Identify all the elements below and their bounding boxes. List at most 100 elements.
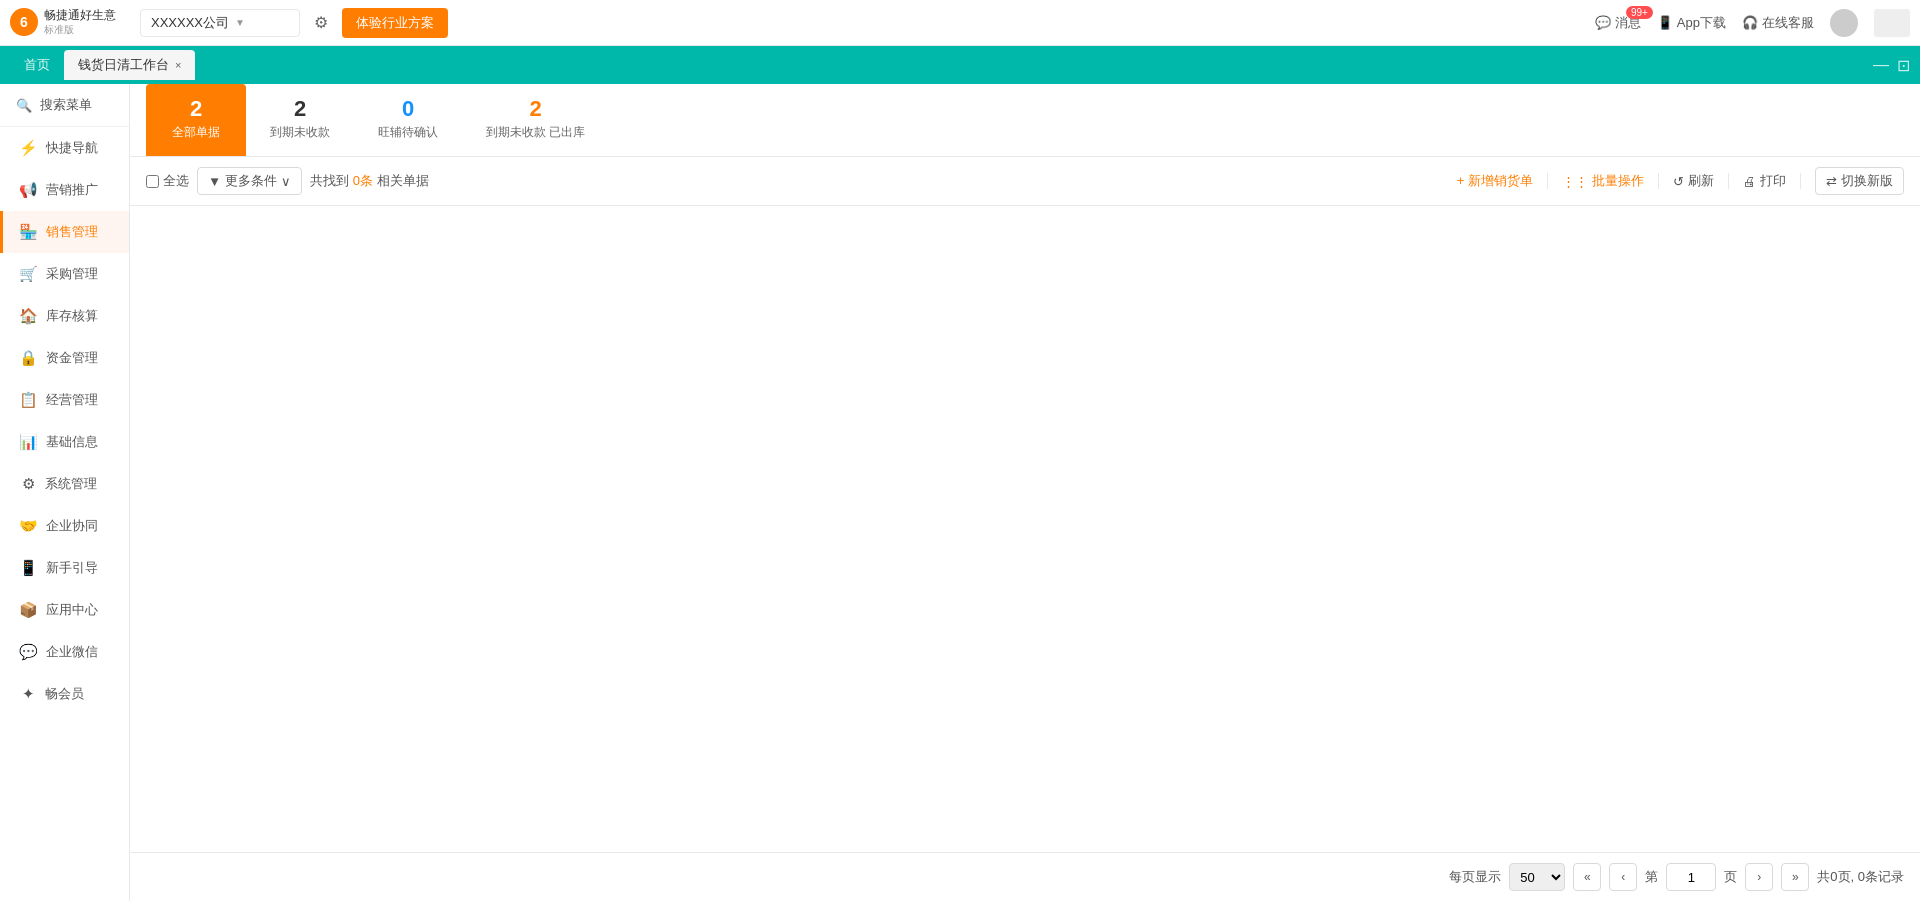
prev-page-btn[interactable]: ‹: [1609, 863, 1637, 891]
logo-sub: 标准版: [44, 23, 116, 37]
user-menu[interactable]: [1874, 9, 1910, 37]
first-page-icon: «: [1584, 870, 1591, 884]
divider-1: [1547, 173, 1548, 189]
divider-3: [1728, 173, 1729, 189]
trial-button[interactable]: 体验行业方案: [342, 8, 448, 38]
prev-page-icon: ‹: [1621, 870, 1625, 884]
sidebar-item-capital[interactable]: 🔒 资金管理: [0, 337, 129, 379]
sidebar-item-label: 库存核算: [46, 307, 98, 325]
tab-minimize-icon[interactable]: —: [1873, 56, 1889, 75]
app-icon: 📱: [1657, 15, 1673, 30]
sidebar-search[interactable]: 🔍 搜索菜单: [0, 84, 129, 127]
sidebar-item-sales[interactable]: 🏪 销售管理: [0, 211, 129, 253]
per-page-label: 每页显示: [1449, 868, 1501, 886]
sidebar-item-label: 销售管理: [46, 223, 98, 241]
tab-overdue-out[interactable]: 2 到期未收款 已出库: [462, 84, 609, 156]
sidebar-item-appcenter[interactable]: 📦 应用中心: [0, 589, 129, 631]
sidebar-item-quick-nav[interactable]: ⚡ 快捷导航: [0, 127, 129, 169]
tab-pending[interactable]: 0 旺辅待确认: [354, 84, 462, 156]
filter-label: 更多条件: [225, 172, 277, 190]
messages-badge: 99+: [1626, 6, 1653, 19]
tab-label: 钱货日清工作台: [78, 56, 169, 74]
logo-text: 畅捷通好生意: [44, 8, 116, 22]
add-button[interactable]: + 新增销货单: [1457, 172, 1533, 190]
first-page-btn[interactable]: «: [1573, 863, 1601, 891]
operations-icon: 📋: [19, 391, 38, 409]
avatar[interactable]: [1830, 9, 1858, 37]
summary-tabs: 2 全部单据 2 到期未收款 0 旺辅待确认 2 到期未收款 已出库: [130, 84, 1920, 157]
sidebar-item-inventory[interactable]: 🏠 库存核算: [0, 295, 129, 337]
sidebar-item-label: 采购管理: [46, 265, 98, 283]
pagination: 每页显示 50 100 200 « ‹ 第 页 ›: [130, 852, 1920, 901]
tab-overdue-num: 2: [294, 96, 306, 122]
sidebar-item-purchase[interactable]: 🛒 采购管理: [0, 253, 129, 295]
divider-4: [1800, 173, 1801, 189]
tab-all-num: 2: [190, 96, 202, 122]
last-page-btn[interactable]: »: [1781, 863, 1809, 891]
sidebar-item-member[interactable]: ✦ 畅会员: [0, 673, 129, 715]
tab-close-icon[interactable]: ×: [175, 59, 181, 71]
select-all-checkbox[interactable]: 全选: [146, 172, 189, 190]
tab-pending-num: 0: [402, 96, 414, 122]
enterprise-icon: 🤝: [19, 517, 38, 535]
sidebar-item-label: 营销推广: [46, 181, 98, 199]
page-size-select[interactable]: 50 100 200: [1509, 863, 1565, 891]
messages-button[interactable]: 💬 消息 99+: [1595, 14, 1641, 32]
refresh-button[interactable]: ↺ 刷新: [1673, 172, 1714, 190]
filter-button[interactable]: ▼ 更多条件 ∨: [197, 167, 302, 195]
logo-text-block: 畅捷通好生意 标准版: [44, 8, 116, 36]
sidebar-item-label: 资金管理: [46, 349, 98, 367]
batch-button[interactable]: ⋮⋮ 批量操作: [1562, 172, 1644, 190]
content-wrapper: 2 全部单据 2 到期未收款 0 旺辅待确认 2 到期未收款 已出库: [130, 84, 1920, 901]
batch-icon: ⋮⋮: [1562, 174, 1588, 189]
sidebar-item-basic[interactable]: 📊 基础信息: [0, 421, 129, 463]
sidebar-item-beginner[interactable]: 📱 新手引导: [0, 547, 129, 589]
tab-home[interactable]: 首页: [10, 50, 64, 80]
print-button[interactable]: 🖨 打印: [1743, 172, 1786, 190]
toolbar-left: 全选 ▼ 更多条件 ∨ 共找到 0条 相关单据: [146, 167, 1449, 195]
header-right: 💬 消息 99+ 📱 App下载 🎧 在线客服: [1595, 9, 1910, 37]
sidebar-item-marketing[interactable]: 📢 营销推广: [0, 169, 129, 211]
logo-icon: 6: [10, 8, 38, 36]
tab-overdue-unpaid[interactable]: 2 到期未收款: [246, 84, 354, 156]
sidebar-item-operations[interactable]: 📋 经营管理: [0, 379, 129, 421]
tab-restore-icon[interactable]: ⊡: [1897, 56, 1910, 75]
chevron-down-icon: ▼: [235, 17, 245, 28]
online-service-button[interactable]: 🎧 在线客服: [1742, 14, 1814, 32]
tab-qianhuoricheng[interactable]: 钱货日清工作台 ×: [64, 50, 195, 80]
sales-icon: 🏪: [19, 223, 38, 241]
tab-all-label: 全部单据: [172, 124, 220, 141]
total-text: 共0页, 0条记录: [1817, 868, 1904, 886]
last-page-icon: »: [1792, 870, 1799, 884]
sidebar-item-label: 快捷导航: [46, 139, 98, 157]
found-text: 共找到 0条 相关单据: [310, 172, 428, 190]
refresh-icon: ↺: [1673, 174, 1684, 189]
switch-button[interactable]: ⇄ 切换新版: [1815, 167, 1904, 195]
tab-all[interactable]: 2 全部单据: [146, 84, 246, 156]
toolbar-right: + 新增销货单 ⋮⋮ 批量操作 ↺ 刷新 🖨 打印: [1457, 167, 1904, 195]
content-area: 2 全部单据 2 到期未收款 0 旺辅待确认 2 到期未收款 已出库: [130, 84, 1920, 901]
sidebar-item-enterprise[interactable]: 🤝 企业协同: [0, 505, 129, 547]
wechat-icon: 💬: [19, 643, 38, 661]
header: 6 畅捷通好生意 标准版 XXXXXX公司 ▼ ⚙ 体验行业方案 💬 消息 99…: [0, 0, 1920, 46]
app-download-button[interactable]: 📱 App下载: [1657, 14, 1726, 32]
appcenter-icon: 📦: [19, 601, 38, 619]
sidebar-item-label: 畅会员: [45, 685, 84, 703]
page-suffix: 页: [1724, 868, 1737, 886]
purchase-icon: 🛒: [19, 265, 38, 283]
sidebar-item-wechat[interactable]: 💬 企业微信: [0, 631, 129, 673]
company-selector[interactable]: XXXXXX公司 ▼: [140, 9, 300, 37]
select-all-input[interactable]: [146, 175, 159, 188]
toolbar: 全选 ▼ 更多条件 ∨ 共找到 0条 相关单据 + 新增销货单: [130, 157, 1920, 206]
inventory-icon: 🏠: [19, 307, 38, 325]
search-icon: 🔍: [16, 98, 32, 113]
search-label: 搜索菜单: [40, 96, 92, 114]
next-page-btn[interactable]: ›: [1745, 863, 1773, 891]
page-input[interactable]: [1666, 863, 1716, 891]
tab-overdue-label: 到期未收款: [270, 124, 330, 141]
settings-icon[interactable]: ⚙: [310, 9, 332, 36]
sidebar-item-label: 企业协同: [46, 517, 98, 535]
online-service-label: 在线客服: [1762, 14, 1814, 32]
print-icon: 🖨: [1743, 174, 1756, 189]
sidebar-item-system[interactable]: ⚙ 系统管理: [0, 463, 129, 505]
